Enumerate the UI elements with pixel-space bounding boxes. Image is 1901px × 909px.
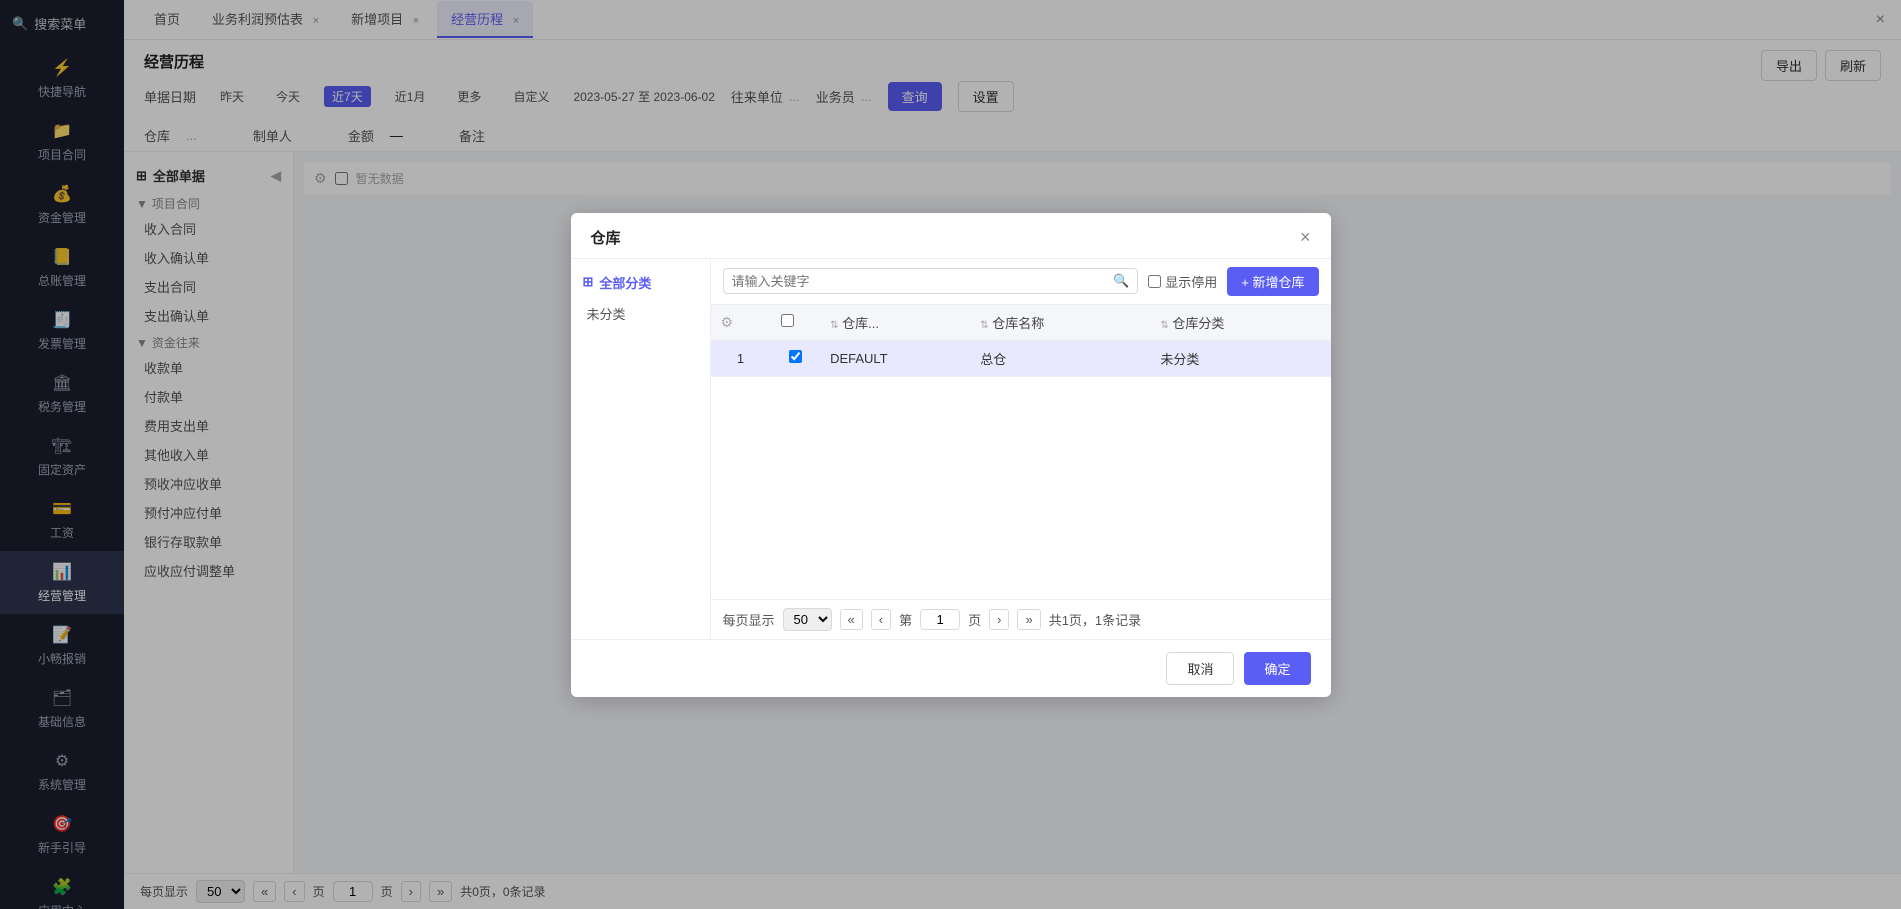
add-warehouse-button[interactable]: + 新增仓库: [1227, 267, 1318, 296]
table-header-row: ⚙ ⇅ 仓库... ⇅ 仓库名称 ⇅: [711, 305, 1331, 341]
dialog-header: 仓库 ×: [571, 213, 1331, 259]
sort-icon2: ⇅: [980, 320, 988, 331]
dialog-last-page[interactable]: »: [1017, 609, 1040, 630]
th-gear: ⚙: [711, 305, 771, 341]
dialog-total-info: 共1页，1条记录: [1049, 610, 1141, 629]
confirm-button[interactable]: 确定: [1244, 652, 1310, 685]
table-row[interactable]: 1 DEFAULT 总仓 未分类: [711, 340, 1331, 376]
grid2-icon: ⊞: [583, 274, 594, 290]
dialog-body: ⊞ 全部分类 未分类 🔍 显示停用 + 新增仓库: [571, 259, 1331, 639]
show-disabled-checkbox[interactable]: [1148, 275, 1161, 288]
warehouse-dialog: 仓库 × ⊞ 全部分类 未分类 🔍 显示停用 + 新增仓库: [571, 213, 1331, 697]
row-checkbox[interactable]: [789, 350, 802, 363]
cell-name: 总仓: [970, 340, 1150, 376]
cell-index: 1: [711, 340, 771, 376]
cell-code: DEFAULT: [820, 340, 970, 376]
page-size-label: 每页显示: [723, 610, 775, 629]
sort-icon: ⇅: [830, 320, 838, 331]
show-disabled-label[interactable]: 显示停用: [1148, 272, 1217, 291]
dialog-page-size-select[interactable]: 50: [783, 608, 832, 631]
dialog-first-page[interactable]: «: [840, 609, 863, 630]
dialog-left-panel: ⊞ 全部分类 未分类: [571, 259, 711, 639]
warehouse-table: ⚙ ⇅ 仓库... ⇅ 仓库名称 ⇅: [711, 305, 1331, 377]
dialog-title: 仓库: [591, 227, 621, 248]
cell-category: 未分类: [1150, 340, 1330, 376]
dialog-page-word: 第: [899, 610, 912, 629]
select-all-dialog[interactable]: [781, 314, 794, 327]
dialog-page-input[interactable]: [920, 609, 960, 630]
dialog-unclassified[interactable]: 未分类: [571, 298, 710, 329]
cell-check: [771, 340, 821, 376]
dialog-page-label: 页: [968, 610, 981, 629]
dialog-all-category[interactable]: ⊞ 全部分类: [571, 267, 710, 298]
table-body: 1 DEFAULT 总仓 未分类: [711, 340, 1331, 376]
th-code[interactable]: ⇅ 仓库...: [820, 305, 970, 341]
search-icon2: 🔍: [1113, 273, 1129, 289]
dialog-right-panel: 🔍 显示停用 + 新增仓库 ⚙ ⇅ 仓库: [711, 259, 1331, 639]
table-header: ⚙ ⇅ 仓库... ⇅ 仓库名称 ⇅: [711, 305, 1331, 341]
dialog-actions: 取消 确定: [571, 639, 1331, 697]
dialog-next-page[interactable]: ›: [989, 609, 1009, 630]
dialog-close-button[interactable]: ×: [1300, 227, 1311, 248]
sort-icon3: ⇅: [1160, 320, 1168, 331]
th-category[interactable]: ⇅ 仓库分类: [1150, 305, 1330, 341]
dialog-table-wrapper: ⚙ ⇅ 仓库... ⇅ 仓库名称 ⇅: [711, 305, 1331, 599]
cancel-button[interactable]: 取消: [1166, 652, 1234, 685]
th-check: [771, 305, 821, 341]
search-input[interactable]: [732, 274, 1108, 289]
col-gear-icon[interactable]: ⚙: [721, 314, 734, 330]
dialog-prev-page[interactable]: ‹: [871, 609, 891, 630]
dialog-pagination: 每页显示 50 « ‹ 第 页 › » 共1页，1条记录: [711, 599, 1331, 639]
th-name[interactable]: ⇅ 仓库名称: [970, 305, 1150, 341]
dialog-toolbar: 🔍 显示停用 + 新增仓库: [711, 259, 1331, 305]
search-box: 🔍: [723, 268, 1139, 294]
